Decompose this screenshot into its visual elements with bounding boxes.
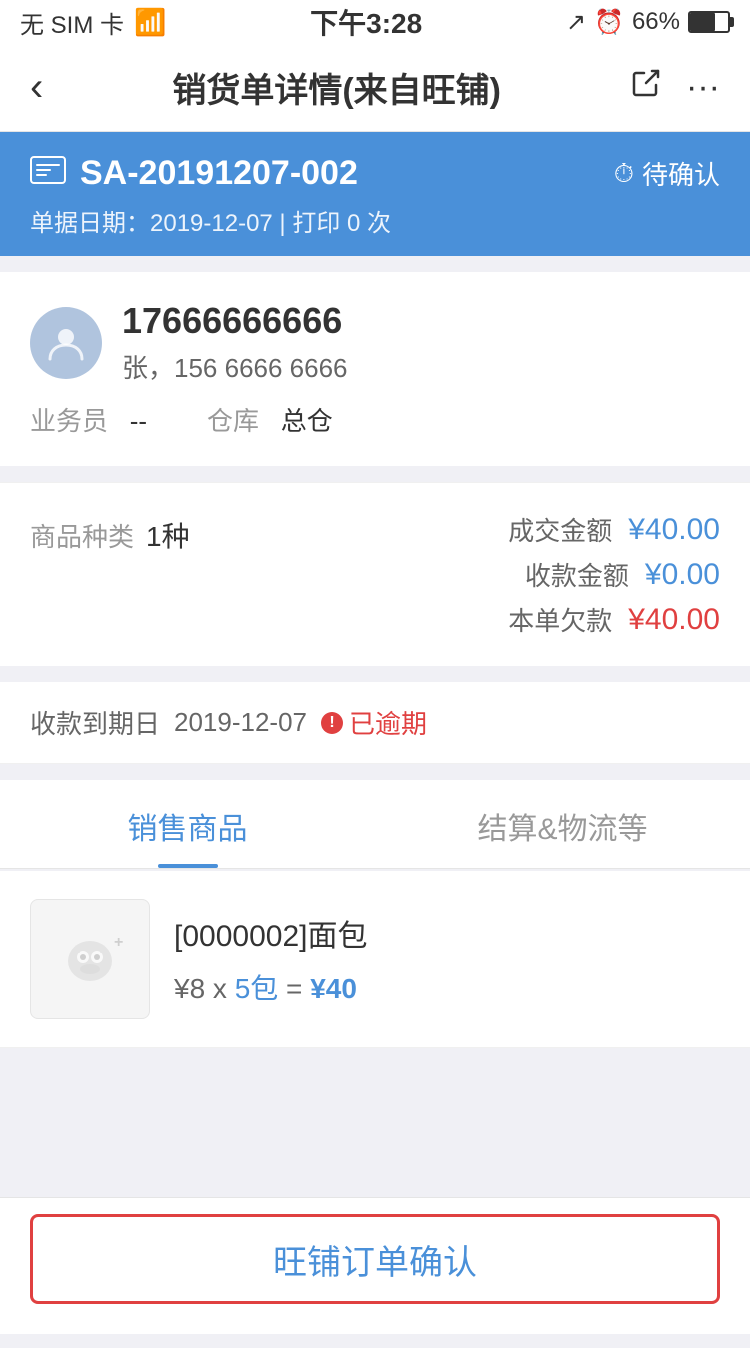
status-text: 待确认 [642, 155, 720, 192]
product-info: [0000002]面包 ¥8 x 5包 = ¥40 [174, 911, 720, 1007]
amounts-section: 商品种类 1种 成交金额 ¥40.00 收款金额 ¥0.00 本单欠款 ¥40.… [0, 482, 750, 666]
order-meta: 单据日期：2019-12-07 | 打印 0 次 [30, 203, 720, 238]
due-date-label: 收款到期日 [30, 704, 160, 741]
salesperson-label: 业务员 [30, 406, 108, 436]
due-amount-label: 本单欠款 [508, 601, 612, 638]
customer-phone: 17666666666 [122, 300, 348, 342]
table-row: + [0000002]面包 ¥8 x 5包 = ¥40 [0, 871, 750, 1048]
warehouse-label: 仓库 [207, 406, 259, 436]
due-date-value: 2019-12-07 [174, 707, 307, 738]
deal-amount-label: 成交金额 [508, 511, 612, 548]
bottom-bar: 旺铺订单确认 [0, 1197, 750, 1334]
status-bar-right: ↗ ⏰ 66% [566, 8, 730, 37]
nav-actions: ··· [630, 67, 720, 108]
tab-sales-products[interactable]: 销售商品 [0, 780, 375, 868]
formula-sep: = [278, 973, 310, 1004]
overdue-badge: ! 已逾期 [321, 704, 427, 741]
amounts-right: 成交金额 ¥40.00 收款金额 ¥0.00 本单欠款 ¥40.00 [508, 511, 720, 638]
battery-icon [688, 11, 730, 33]
product-image: + [30, 899, 150, 1019]
status-bar-time: 下午3:28 [310, 2, 422, 42]
customer-name: 张，156 6666 6666 [122, 348, 348, 385]
order-header: SA-20191207-002 ⏱ 待确认 单据日期：2019-12-07 | … [0, 132, 750, 256]
customer-info-row: 业务员 -- 仓库 总仓 [30, 401, 720, 438]
formula-total: ¥40 [310, 973, 357, 1004]
location-icon: ↗ [566, 8, 586, 37]
product-type-label: 商品种类 [30, 517, 134, 554]
order-type-icon [30, 156, 66, 191]
share-button[interactable] [630, 67, 662, 108]
customer-section: 17666666666 张，156 6666 6666 业务员 -- 仓库 总仓 [0, 272, 750, 466]
order-id: SA-20191207-002 [80, 154, 358, 193]
tabs-section: 销售商品 结算&物流等 [0, 780, 750, 869]
nav-bar: ‹ 销货单详情(来自旺铺) ··· [0, 44, 750, 132]
avatar [30, 307, 102, 379]
salesperson-value: -- [130, 406, 147, 436]
confirm-order-button[interactable]: 旺铺订单确认 [30, 1214, 720, 1304]
product-type-count: 1种 [146, 515, 190, 555]
formula-prefix: ¥8 x [174, 973, 235, 1004]
order-status: ⏱ 待确认 [614, 155, 720, 192]
status-clock-icon: ⏱ [614, 158, 634, 190]
more-button[interactable]: ··· [686, 68, 720, 107]
formula-qty: 5包 [235, 973, 279, 1004]
product-list: + [0000002]面包 ¥8 x 5包 = ¥40 [0, 871, 750, 1048]
warehouse-value: 总仓 [281, 406, 333, 436]
carrier-text: 无 SIM 卡 [20, 5, 124, 40]
back-button[interactable]: ‹ [30, 65, 43, 110]
tabs-row: 销售商品 结算&物流等 [0, 780, 750, 868]
overdue-text: 已逾期 [349, 704, 427, 741]
status-bar: 无 SIM 卡 📶 下午3:28 ↗ ⏰ 66% [0, 0, 750, 44]
battery-text: 66% [632, 8, 680, 36]
wifi-icon: 📶 [134, 7, 166, 38]
status-bar-left: 无 SIM 卡 📶 [20, 5, 166, 40]
product-name: [0000002]面包 [174, 911, 720, 955]
overdue-icon: ! [321, 712, 343, 734]
deal-amount-value: ¥40.00 [628, 513, 720, 547]
product-formula: ¥8 x 5包 = ¥40 [174, 967, 720, 1007]
due-amount-value: ¥40.00 [628, 603, 720, 637]
svg-text:+: + [114, 934, 123, 951]
page-title: 销货单详情(来自旺铺) [172, 63, 501, 112]
received-amount-label: 收款金额 [525, 556, 629, 593]
due-date-section: 收款到期日 2019-12-07 ! 已逾期 [0, 682, 750, 764]
tab-settlement-logistics[interactable]: 结算&物流等 [375, 780, 750, 868]
received-amount-value: ¥0.00 [645, 558, 720, 592]
alarm-icon: ⏰ [594, 8, 624, 37]
